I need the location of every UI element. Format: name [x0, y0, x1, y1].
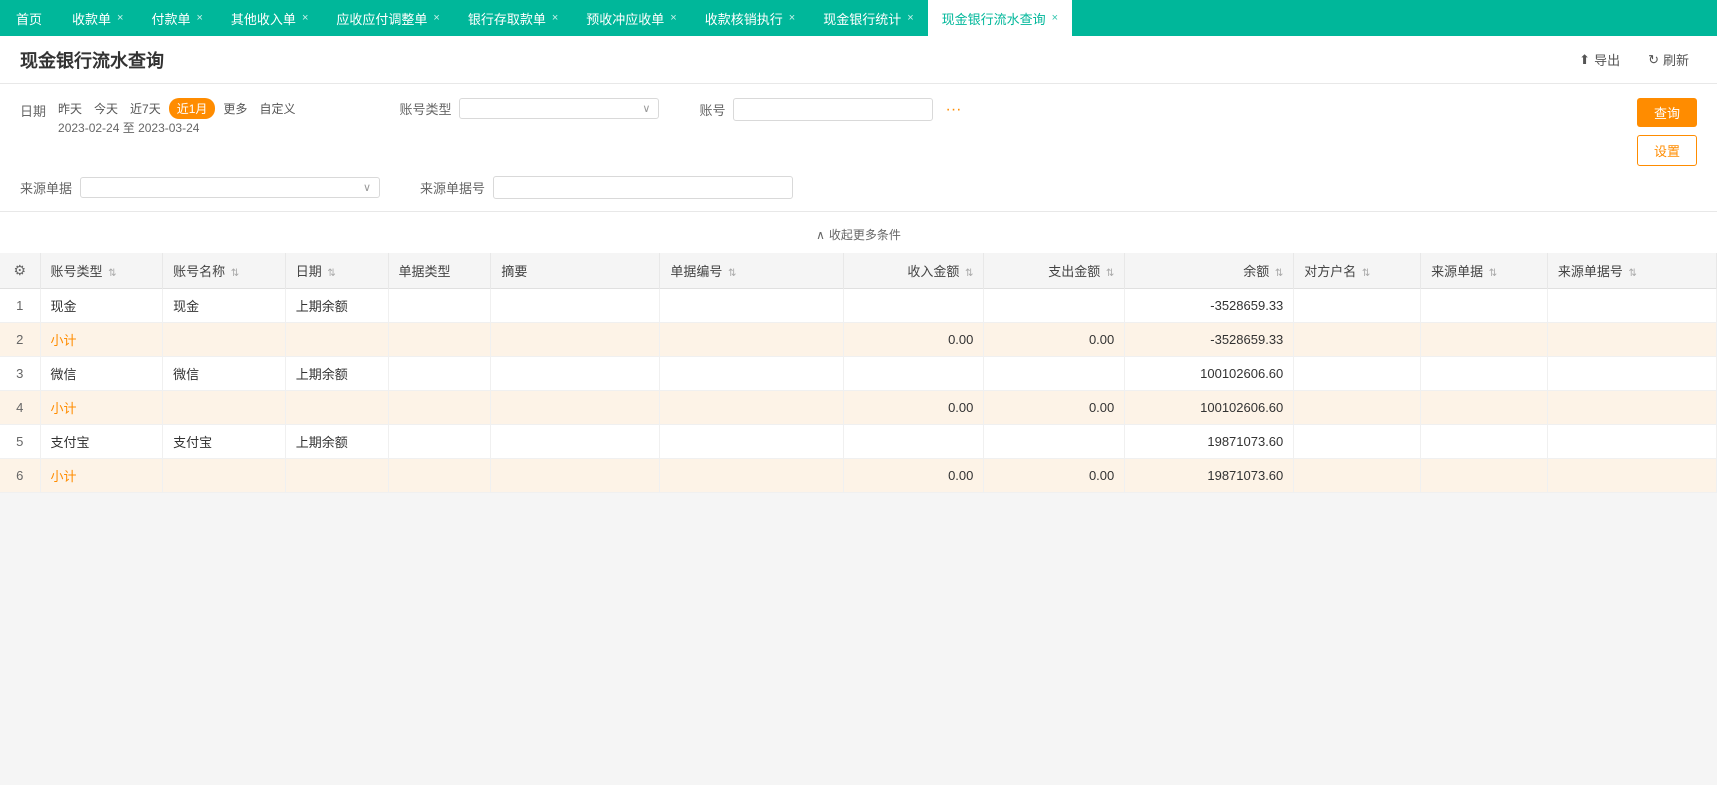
close-icon[interactable]: × [552, 12, 558, 24]
col-counterparty[interactable]: 对方户名 ⇅ [1294, 253, 1421, 289]
account-type-select[interactable]: ∨ [459, 98, 659, 119]
dots-button[interactable]: ··· [941, 101, 965, 119]
chevron-down-icon: ∨ [363, 181, 371, 194]
col-summary[interactable]: 摘要 [491, 253, 660, 289]
shortcut-more[interactable]: 更多 [219, 98, 251, 119]
source-doc-select[interactable]: ∨ [80, 177, 380, 198]
nav-tab-adjustment[interactable]: 应收应付调整单 × [322, 0, 453, 36]
col-account-type[interactable]: 账号类型 ⇅ [40, 253, 163, 289]
close-icon[interactable]: × [789, 12, 795, 24]
date-label: 日期 [20, 98, 46, 120]
shortcut-today[interactable]: 今天 [90, 98, 122, 119]
filter-section: 日期 昨天 今天 近7天 近1月 更多 自定义 2023-02-24 至 202… [0, 84, 1717, 253]
sort-icon: ⇅ [1489, 268, 1497, 279]
sort-icon: ⇅ [231, 268, 239, 279]
sort-icon: ⇅ [728, 268, 736, 279]
export-icon: ⬆ [1579, 52, 1590, 68]
col-doc-no[interactable]: 单据编号 ⇅ [660, 253, 843, 289]
table-row: 1现金现金上期余额-3528659.33 [0, 289, 1717, 323]
shortcut-custom[interactable]: 自定义 [255, 98, 299, 119]
close-icon[interactable]: × [433, 12, 439, 24]
header-actions: ⬆ 导出 ↻ 刷新 [1571, 46, 1697, 73]
date-range-value: 2023-02-24 至 2023-03-24 [58, 119, 299, 136]
sort-icon: ⇅ [1628, 268, 1636, 279]
table-row: 4小计0.000.00100102606.60 [0, 391, 1717, 425]
col-account-name[interactable]: 账号名称 ⇅ [163, 253, 286, 289]
settings-icon[interactable]: ⚙ [13, 262, 26, 278]
query-button[interactable]: 查询 [1637, 98, 1697, 127]
col-balance[interactable]: 余额 ⇅ [1125, 253, 1294, 289]
nav-tab-receipt[interactable]: 收款单 × [58, 0, 137, 36]
col-source-doc-no[interactable]: 来源单据号 ⇅ [1547, 253, 1716, 289]
close-icon[interactable]: × [117, 12, 123, 24]
shortcut-1month[interactable]: 近1月 [169, 98, 216, 119]
nav-tab-other-income[interactable]: 其他收入单 × [217, 0, 322, 36]
table-row: 6小计0.000.0019871073.60 [0, 459, 1717, 493]
sort-icon: ⇅ [108, 268, 116, 279]
nav-tab-stats[interactable]: 现金银行统计 × [809, 0, 927, 36]
table-row: 2小计0.000.00-3528659.33 [0, 323, 1717, 357]
close-icon[interactable]: × [302, 12, 308, 24]
table-row: 5支付宝支付宝上期余额19871073.60 [0, 425, 1717, 459]
table-row: 3微信微信上期余额100102606.60 [0, 357, 1717, 391]
source-doc-label: 来源单据 [20, 178, 72, 197]
account-label: 账号 [699, 100, 725, 119]
nav-tab-verify[interactable]: 收款核销执行 × [691, 0, 809, 36]
shortcut-yesterday[interactable]: 昨天 [54, 98, 86, 119]
col-doc-type[interactable]: 单据类型 [388, 253, 491, 289]
refresh-icon: ↻ [1648, 52, 1659, 68]
settings-button[interactable]: 设置 [1637, 135, 1697, 166]
close-icon[interactable]: × [1052, 12, 1058, 24]
table-header-row: ⚙ 账号类型 ⇅ 账号名称 ⇅ 日期 ⇅ 单据类型 摘要 [0, 253, 1717, 289]
col-expense[interactable]: 支出金额 ⇅ [984, 253, 1125, 289]
nav-tab-cashflow[interactable]: 现金银行流水查询 × [928, 0, 1072, 36]
sort-icon: ⇅ [1275, 268, 1283, 279]
page-title: 现金银行流水查询 [20, 47, 164, 73]
collapse-icon: ∧ [816, 228, 825, 242]
col-income[interactable]: 收入金额 ⇅ [843, 253, 984, 289]
col-source-doc[interactable]: 来源单据 ⇅ [1421, 253, 1548, 289]
close-icon[interactable]: × [907, 12, 913, 24]
close-icon[interactable]: × [670, 12, 676, 24]
top-navigation: 首页 收款单 × 付款单 × 其他收入单 × 应收应付调整单 × 银行存取款单 … [0, 0, 1717, 36]
sort-icon: ⇅ [1106, 268, 1114, 279]
account-type-label: 账号类型 [399, 99, 451, 118]
close-icon[interactable]: × [196, 12, 202, 24]
shortcut-7days[interactable]: 近7天 [126, 98, 165, 119]
sort-icon: ⇅ [1362, 268, 1370, 279]
export-button[interactable]: ⬆ 导出 [1571, 46, 1628, 73]
sort-icon: ⇅ [327, 268, 335, 279]
col-date[interactable]: 日期 ⇅ [285, 253, 388, 289]
source-doc-no-input[interactable] [493, 176, 793, 199]
page-header: 现金银行流水查询 ⬆ 导出 ↻ 刷新 [0, 36, 1717, 84]
data-table: ⚙ 账号类型 ⇅ 账号名称 ⇅ 日期 ⇅ 单据类型 摘要 [0, 253, 1717, 493]
nav-tab-advance[interactable]: 预收冲应收单 × [572, 0, 690, 36]
source-doc-no-label: 来源单据号 [420, 178, 485, 197]
nav-tab-payment[interactable]: 付款单 × [137, 0, 216, 36]
collapse-button[interactable]: ∧ 收起更多条件 [816, 222, 901, 247]
refresh-button[interactable]: ↻ 刷新 [1640, 46, 1697, 73]
chevron-down-icon: ∨ [642, 102, 650, 115]
data-table-container: ⚙ 账号类型 ⇅ 账号名称 ⇅ 日期 ⇅ 单据类型 摘要 [0, 253, 1717, 493]
sort-icon: ⇅ [965, 268, 973, 279]
account-input[interactable] [733, 98, 933, 121]
nav-home[interactable]: 首页 [0, 0, 58, 36]
col-settings[interactable]: ⚙ [0, 253, 40, 289]
nav-tab-bank-deposit[interactable]: 银行存取款单 × [454, 0, 572, 36]
